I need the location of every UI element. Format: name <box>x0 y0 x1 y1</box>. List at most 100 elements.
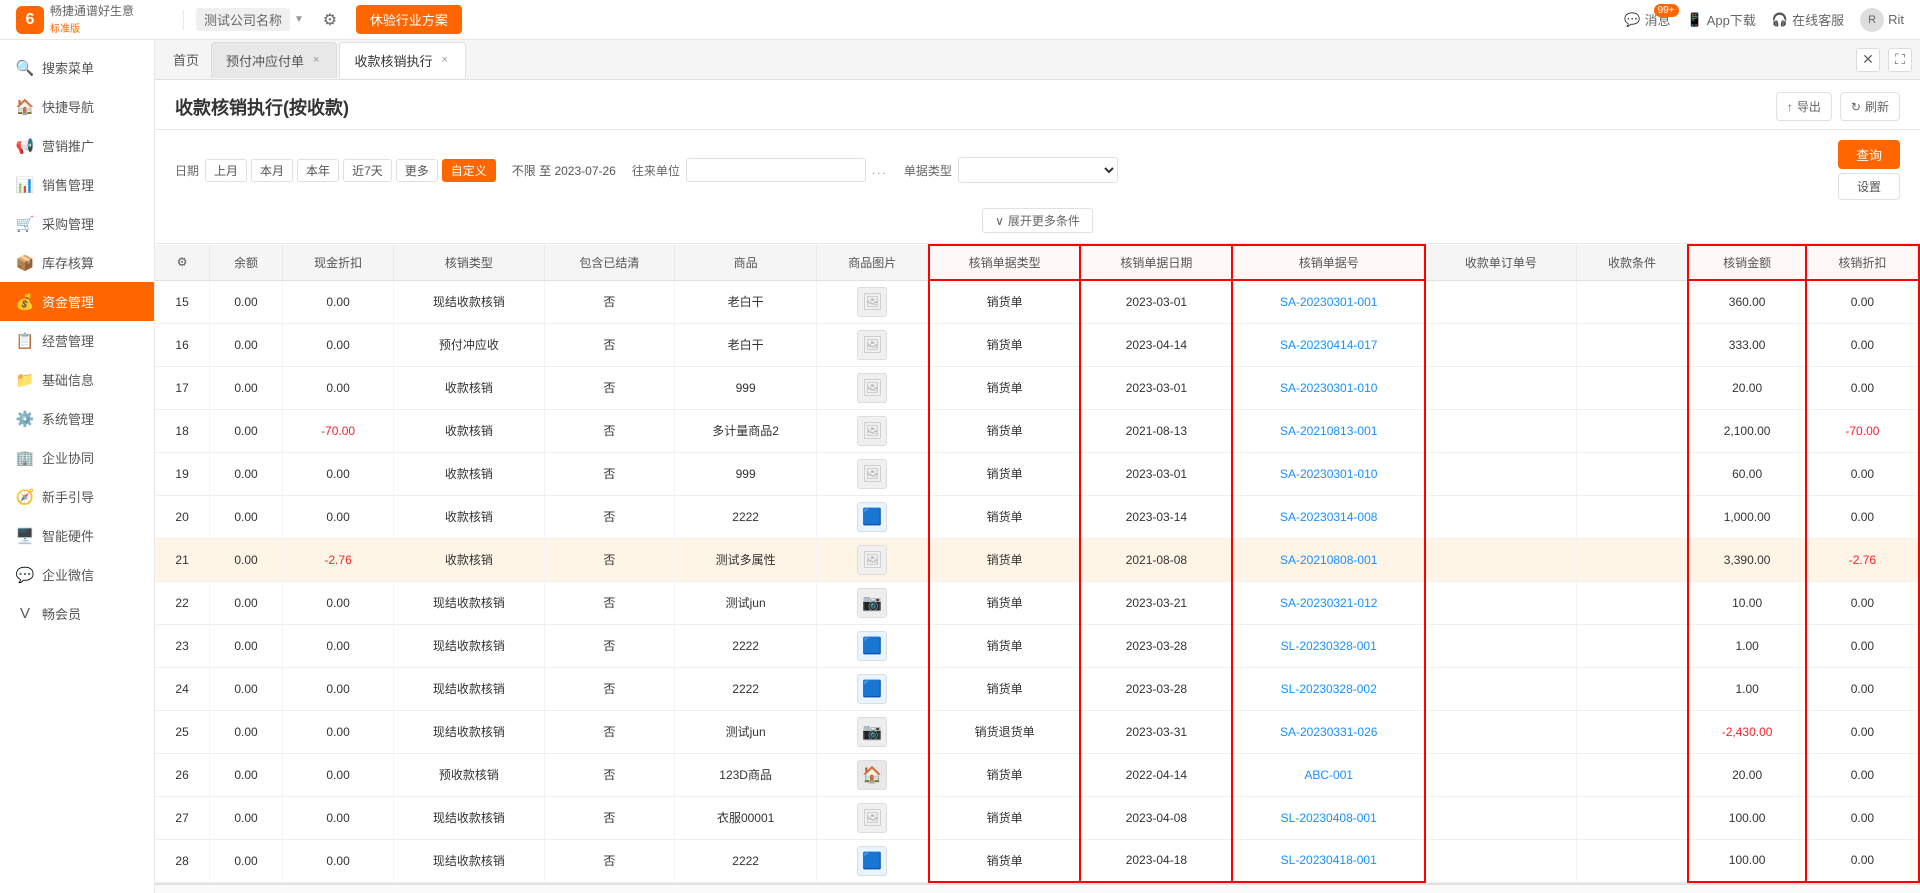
expand-filters-button[interactable]: ∨ 展开更多条件 <box>982 208 1093 233</box>
sidebar-label-wechat: 企业微信 <box>42 565 94 584</box>
doc-no-link[interactable]: SA-20230301-010 <box>1280 381 1377 395</box>
cell-product: 老白干 <box>675 323 817 366</box>
sidebar-item-enterprise[interactable]: 🏢 企业协同 <box>0 438 154 477</box>
cell-doc-no[interactable]: SA-20230331-026 <box>1232 710 1425 753</box>
sidebar-item-vip[interactable]: V 畅会员 <box>0 594 154 633</box>
table-row: 26 0.00 0.00 预收款核销 否 123D商品 🏠 销货单 2022-0… <box>155 753 1919 796</box>
writeoff-tab-label: 收款核销执行 <box>354 51 432 70</box>
sidebar-item-quick-nav[interactable]: 🏠 快捷导航 <box>0 87 154 126</box>
doc-no-link[interactable]: SL-20230328-001 <box>1281 639 1377 653</box>
this-month-btn[interactable]: 本月 <box>251 159 293 182</box>
cell-doc-no[interactable]: SA-20230414-017 <box>1232 323 1425 366</box>
voucher-type-select[interactable] <box>958 157 1118 183</box>
writeoff-tab-close[interactable]: × <box>438 53 450 67</box>
tab-prepay[interactable]: 预付冲应付单 × <box>211 42 337 78</box>
doc-no-link[interactable]: ABC-001 <box>1304 768 1353 782</box>
cell-doc-type: 销货单 <box>929 280 1081 323</box>
cell-receipt-condition <box>1576 581 1688 624</box>
app-download-button[interactable]: 📱 App下载 <box>1687 10 1756 29</box>
sidebar-item-finance[interactable]: 💰 资金管理 <box>0 282 154 321</box>
cell-doc-no[interactable]: SL-20230418-001 <box>1232 839 1425 882</box>
cell-doc-no[interactable]: SA-20230314-008 <box>1232 495 1425 538</box>
cell-doc-no[interactable]: SL-20230328-001 <box>1232 624 1425 667</box>
cell-no: 27 <box>155 796 210 839</box>
col-settings[interactable]: ⚙ <box>155 245 210 280</box>
table-body: 15 0.00 0.00 现结收款核销 否 老白干 🖼 销货单 2023-03-… <box>155 280 1919 882</box>
filter-setting-button[interactable]: 设置 <box>1838 173 1900 200</box>
sidebar-item-inventory[interactable]: 📦 库存核算 <box>0 243 154 282</box>
sidebar-label-system: 系统管理 <box>42 409 94 428</box>
settings-icon[interactable]: ⚙ <box>316 6 344 34</box>
messages-button[interactable]: 💬 消息 99+ <box>1624 10 1670 29</box>
cell-doc-no[interactable]: SA-20210808-001 <box>1232 538 1425 581</box>
cell-receipt-condition <box>1576 452 1688 495</box>
this-year-btn[interactable]: 本年 <box>297 159 339 182</box>
page-header: 收款核销执行(按收款) ↑ 导出 ↻ 刷新 <box>155 80 1920 130</box>
refresh-button[interactable]: ↻ 刷新 <box>1840 92 1900 121</box>
doc-no-link[interactable]: SA-20230321-012 <box>1280 596 1377 610</box>
sidebar-item-operation[interactable]: 📋 经营管理 <box>0 321 154 360</box>
sidebar-item-hardware[interactable]: 🖥️ 智能硬件 <box>0 516 154 555</box>
prepay-tab-close[interactable]: × <box>310 53 322 67</box>
cell-product: 999 <box>675 452 817 495</box>
doc-no-link[interactable]: SA-20230301-010 <box>1280 467 1377 481</box>
cell-product-img: 🖼 <box>816 452 928 495</box>
sidebar-item-guide[interactable]: 🧭 新手引导 <box>0 477 154 516</box>
tab-writeoff[interactable]: 收款核销执行 × <box>339 42 465 78</box>
user-menu[interactable]: R Rit <box>1860 8 1904 32</box>
cell-writeoff-type: 现结收款核销 <box>394 280 544 323</box>
cell-doc-no[interactable]: SA-20210813-001 <box>1232 409 1425 452</box>
cell-doc-no[interactable]: SL-20230328-002 <box>1232 667 1425 710</box>
company-selector[interactable]: 测试公司名称 ▼ <box>196 8 304 31</box>
doc-no-link[interactable]: SL-20230408-001 <box>1281 811 1377 825</box>
query-button[interactable]: 查询 <box>1838 140 1900 169</box>
solution-button[interactable]: 休验行业方案 <box>356 5 462 34</box>
cell-doc-no[interactable]: SA-20230301-010 <box>1232 366 1425 409</box>
product-image: 🖼 <box>857 416 887 446</box>
cell-receipt-order-no <box>1425 753 1576 796</box>
table-row: 20 0.00 0.00 收款核销 否 2222 🟦 销货单 2023-03-1… <box>155 495 1919 538</box>
more-options-icon: ... <box>872 163 888 177</box>
export-button[interactable]: ↑ 导出 <box>1776 92 1832 121</box>
online-service-button[interactable]: 🎧 在线客服 <box>1772 10 1844 29</box>
cell-doc-type: 销货单 <box>929 495 1081 538</box>
table-container[interactable]: ⚙ 余额 现金折扣 核销类型 包含已结清 商品 商品图片 核销单据类型 核销单据… <box>155 244 1920 893</box>
cell-doc-no[interactable]: SA-20230301-010 <box>1232 452 1425 495</box>
close-window-button[interactable]: ✕ <box>1856 48 1880 72</box>
doc-no-link[interactable]: SA-20210808-001 <box>1280 553 1377 567</box>
tab-home[interactable]: 首页 <box>163 42 209 78</box>
cell-receipt-order-no <box>1425 581 1576 624</box>
doc-no-link[interactable]: SL-20230418-001 <box>1281 853 1377 867</box>
last-7days-btn[interactable]: 近7天 <box>343 159 392 182</box>
sidebar-item-basic-info[interactable]: 📁 基础信息 <box>0 360 154 399</box>
sidebar-item-sales[interactable]: 📊 销售管理 <box>0 165 154 204</box>
last-month-btn[interactable]: 上月 <box>205 159 247 182</box>
cell-doc-no[interactable]: ABC-001 <box>1232 753 1425 796</box>
doc-no-link[interactable]: SA-20230301-001 <box>1280 295 1377 309</box>
doc-no-link[interactable]: SA-20230314-008 <box>1280 510 1377 524</box>
table-footer: 40,556,66... 952.24 <box>155 883 1920 893</box>
sidebar-item-search-menu[interactable]: 🔍 搜索菜单 <box>0 48 154 87</box>
header-actions: ↑ 导出 ↻ 刷新 <box>1776 92 1900 121</box>
doc-no-link[interactable]: SL-20230328-002 <box>1281 682 1377 696</box>
sidebar-item-system[interactable]: ⚙️ 系统管理 <box>0 399 154 438</box>
sidebar-item-wechat[interactable]: 💬 企业微信 <box>0 555 154 594</box>
cell-doc-no[interactable]: SL-20230408-001 <box>1232 796 1425 839</box>
counterparty-input[interactable] <box>686 158 866 182</box>
cell-doc-type: 销货单 <box>929 581 1081 624</box>
cell-no: 26 <box>155 753 210 796</box>
doc-no-link[interactable]: SA-20230331-026 <box>1280 725 1377 739</box>
col-receipt-condition: 收款条件 <box>1576 245 1688 280</box>
cell-writeoff-type: 现结收款核销 <box>394 581 544 624</box>
maximize-button[interactable]: ⛶ <box>1888 48 1912 72</box>
sidebar-item-marketing[interactable]: 📢 营销推广 <box>0 126 154 165</box>
cell-doc-no[interactable]: SA-20230321-012 <box>1232 581 1425 624</box>
doc-no-link[interactable]: SA-20210813-001 <box>1280 424 1377 438</box>
cell-writeoff-discount: 0.00 <box>1806 753 1919 796</box>
sidebar-item-purchase[interactable]: 🛒 采购管理 <box>0 204 154 243</box>
sidebar-label-vip: 畅会员 <box>42 604 81 623</box>
more-date-btn[interactable]: 更多 <box>396 159 438 182</box>
custom-date-btn[interactable]: 自定义 <box>442 159 496 182</box>
doc-no-link[interactable]: SA-20230414-017 <box>1280 338 1377 352</box>
cell-doc-no[interactable]: SA-20230301-001 <box>1232 280 1425 323</box>
